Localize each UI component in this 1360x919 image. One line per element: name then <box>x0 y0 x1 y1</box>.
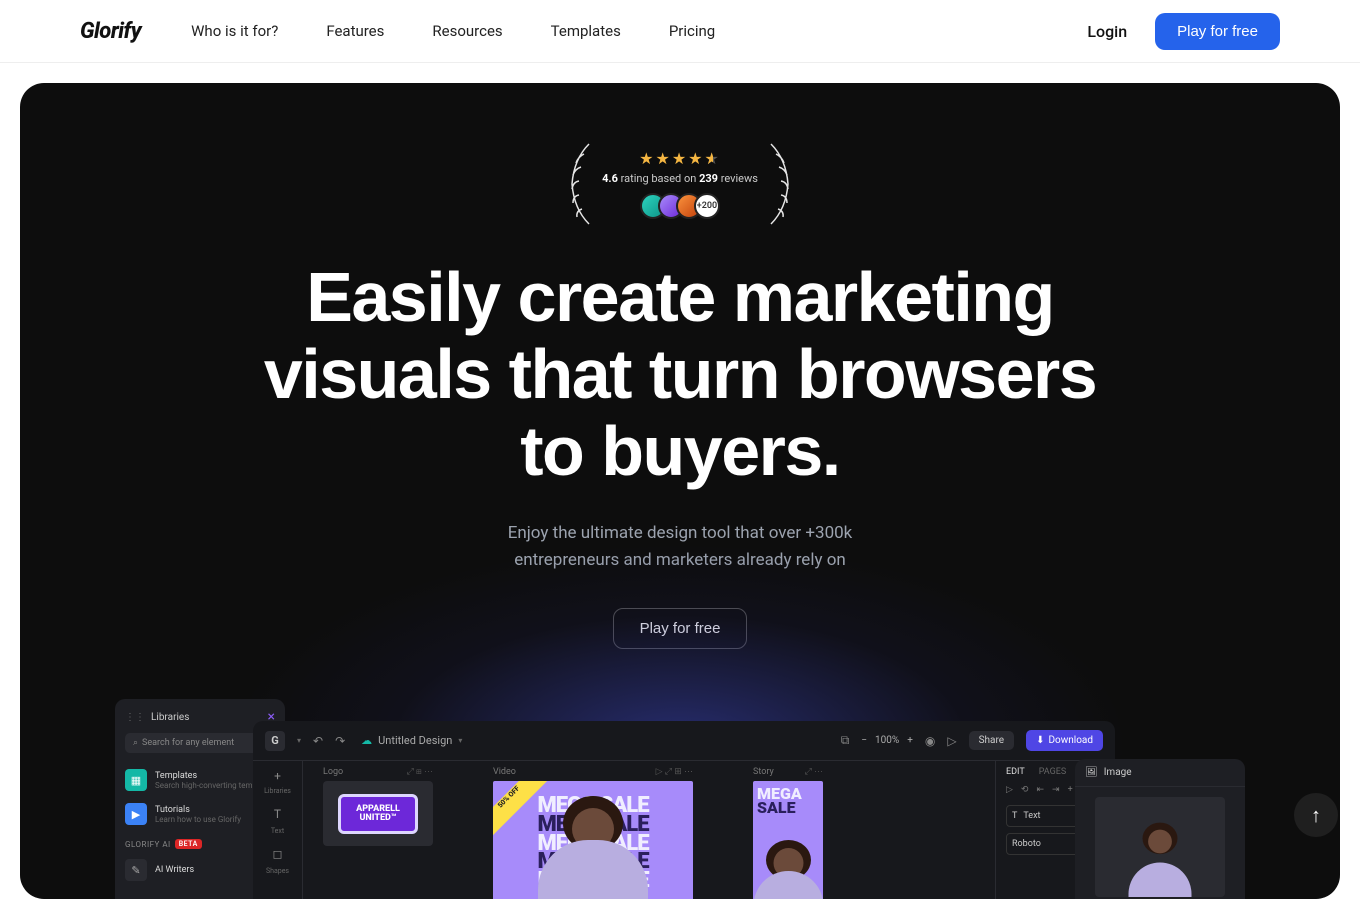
redo-icon[interactable]: ↷ <box>335 734 345 748</box>
primary-nav: Who is it for? Features Resources Templa… <box>191 22 715 40</box>
play-icon[interactable]: ▷ <box>1006 785 1013 795</box>
tool-column: + Libraries T Text ◻ Shapes <box>253 761 303 899</box>
login-link[interactable]: Login <box>1087 22 1127 41</box>
canvas-area[interactable]: Logo⤢ ⊞ ⋯ APPARELL UNITED™ Video▷ ⤢ ⊞ ⋯ <box>303 761 995 899</box>
ai-icon: ✎ <box>125 859 147 881</box>
text-tool-icon[interactable]: T <box>269 805 287 823</box>
libraries-title: Libraries <box>151 712 189 723</box>
undo-icon[interactable]: ↶ <box>313 734 323 748</box>
record-icon[interactable]: ◉ <box>925 734 935 748</box>
site-header: Glorify Who is it for? Features Resource… <box>0 0 1360 63</box>
laurel-right-icon <box>766 139 796 229</box>
hero-section: ★★★★★ 4.6 rating based on 239 reviews +2… <box>20 83 1340 899</box>
brand-logo[interactable]: Glorify <box>80 19 141 44</box>
app-mockup: ⋮⋮Libraries × ⌕ Search for any element ▦… <box>115 699 1245 899</box>
rating-badge: ★★★★★ 4.6 rating based on 239 reviews +2… <box>560 139 800 229</box>
sale-badge: 50% OFF <box>493 781 543 831</box>
image-thumbnail[interactable] <box>1095 797 1225 897</box>
laurel-left-icon <box>564 139 594 229</box>
artboard-video[interactable]: Video▷ ⤢ ⊞ ⋯ MEGA SALE MEGA SALE MEGA SA… <box>493 767 693 899</box>
arrow-up-icon: ↑ <box>1311 803 1321 828</box>
rating-text: 4.6 rating based on 239 reviews <box>602 172 758 185</box>
story-text: MEGA SALE <box>753 781 823 820</box>
editor-toolbar: G ▾ ↶ ↷ ☁ Untitled Design ▾ ⧉ − 100% + <box>253 721 1115 761</box>
header-cta-button[interactable]: Play for free <box>1155 13 1280 50</box>
artboard-story[interactable]: Story⤢ ⋯ MEGA SALE <box>753 767 823 899</box>
avatar-count: +200 <box>694 193 720 219</box>
zoom-control[interactable]: − 100% + <box>861 735 913 746</box>
model-image <box>533 790 653 900</box>
image-icon: 🖼 <box>1085 767 1098 778</box>
add-icon[interactable]: + <box>274 769 281 783</box>
libraries-tool-label: Libraries <box>264 787 291 795</box>
beta-badge: BETA <box>175 839 202 849</box>
zoom-in-icon[interactable]: + <box>907 735 913 746</box>
nav-resources[interactable]: Resources <box>432 22 502 40</box>
reviewer-avatars: +200 <box>640 193 720 219</box>
hero-cta-button[interactable]: Play for free <box>613 608 748 649</box>
play-icon[interactable]: ▷ <box>947 734 956 748</box>
model-image <box>753 836 823 899</box>
nav-features[interactable]: Features <box>326 22 384 40</box>
chevron-down-icon: ▾ <box>458 736 462 745</box>
hero-subhead: Enjoy the ultimate design tool that over… <box>470 520 890 574</box>
rating-stars: ★★★★★ <box>639 149 721 168</box>
image-panel-title: Image <box>1104 767 1132 778</box>
scroll-to-top-button[interactable]: ↑ <box>1294 793 1338 837</box>
hero-headline: Easily create marketing visuals that tur… <box>230 259 1130 490</box>
tab-edit[interactable]: EDIT <box>1006 767 1025 777</box>
nav-templates[interactable]: Templates <box>551 22 621 40</box>
drag-icon: ⋮⋮ <box>125 712 145 723</box>
document-title[interactable]: ☁ Untitled Design ▾ <box>361 734 462 747</box>
cloud-icon: ☁ <box>361 734 372 747</box>
tutorials-icon: ▶ <box>125 803 147 825</box>
nav-who[interactable]: Who is it for? <box>191 22 278 40</box>
tab-pages[interactable]: PAGES <box>1039 767 1066 777</box>
crop-icon[interactable]: ⧉ <box>841 733 850 748</box>
nav-pricing[interactable]: Pricing <box>669 22 715 40</box>
download-button[interactable]: ⬇Download <box>1026 730 1103 751</box>
search-icon: ⌕ <box>133 738 138 748</box>
download-icon: ⬇ <box>1036 735 1044 746</box>
share-button[interactable]: Share <box>969 731 1014 750</box>
app-menu-button[interactable]: G <box>265 731 285 751</box>
zoom-value: 100% <box>875 735 899 746</box>
editor-panel: G ▾ ↶ ↷ ☁ Untitled Design ▾ ⧉ − 100% + <box>253 721 1115 899</box>
zoom-out-icon[interactable]: − <box>861 735 867 746</box>
logo-sample: APPARELL UNITED™ <box>338 794 418 834</box>
image-panel: 🖼 Image <box>1075 759 1245 899</box>
artboard-logo[interactable]: Logo⤢ ⊞ ⋯ APPARELL UNITED™ <box>323 767 433 846</box>
text-icon: T <box>1012 811 1017 821</box>
templates-icon: ▦ <box>125 769 147 791</box>
chevron-down-icon: ▾ <box>297 736 301 745</box>
shapes-tool-icon[interactable]: ◻ <box>269 845 287 863</box>
